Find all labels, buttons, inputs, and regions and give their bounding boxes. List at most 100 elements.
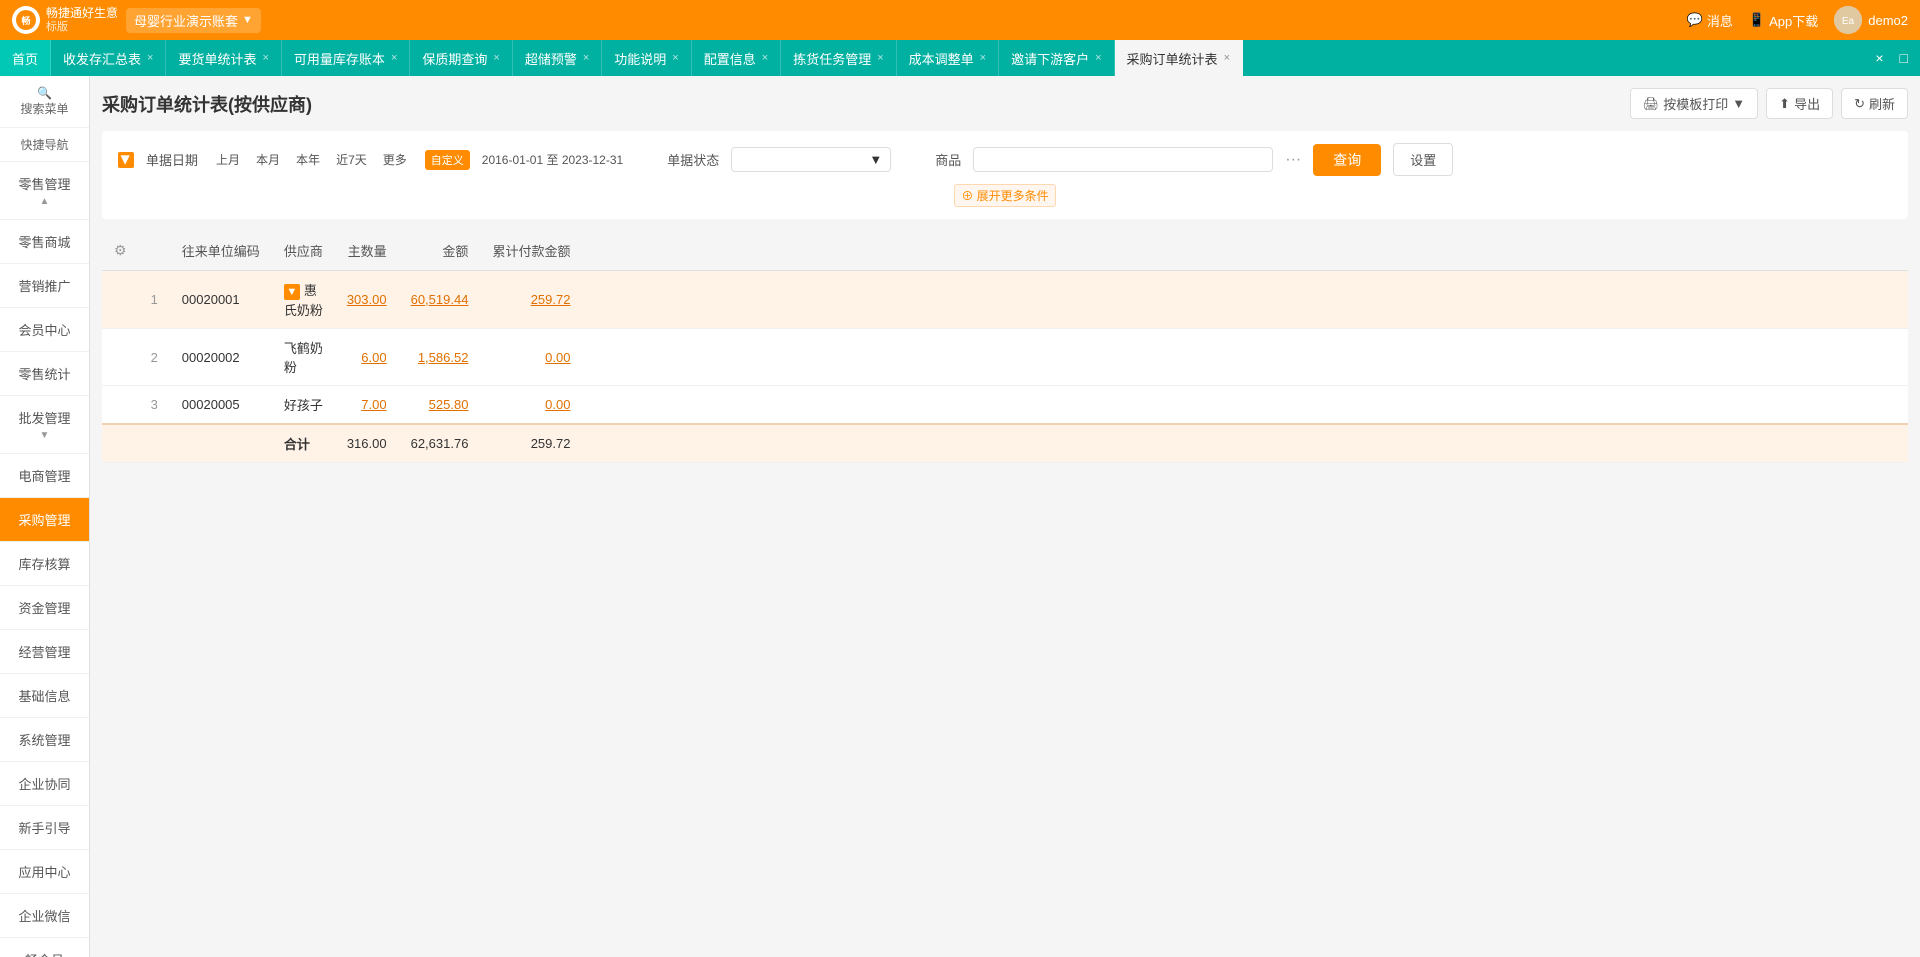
export-icon: ⬆ <box>1779 96 1790 112</box>
search-menu-button[interactable]: 🔍 搜索菜单 <box>8 86 81 117</box>
cell-qty: 6.00 <box>335 329 399 386</box>
th-settings[interactable]: ⚙ <box>102 231 139 271</box>
table-container: ⚙ 往来单位编码 供应商 主数量 金额 累计付款金额 1 00020001 ▼ <box>102 231 1908 463</box>
close-tab-3[interactable]: × <box>391 52 397 64</box>
sidebar-item-app-center[interactable]: 应用中心 <box>0 850 89 894</box>
tab-peizhixinxi[interactable]: 配置信息 × <box>692 40 781 76</box>
th-code: 往来单位编码 <box>170 231 272 271</box>
filter-panel: ▶ 单据日期 上月 本月 本年 近7天 更多 自定义 2016-01-01 至 … <box>102 131 1908 219</box>
close-tab-9[interactable]: × <box>980 52 986 64</box>
cell-settings <box>102 386 139 425</box>
sidebar-item-weixin[interactable]: 企业微信 <box>0 894 89 938</box>
cell-settings <box>102 271 139 329</box>
table-footer-row: 合计 316.00 62,631.76 259.72 <box>102 424 1908 463</box>
tab-keyongliang[interactable]: 可用量库存账本 × <box>282 40 410 76</box>
cell-qty: 7.00 <box>335 386 399 425</box>
status-select[interactable]: ▼ <box>731 147 891 172</box>
cell-extra <box>582 271 1908 329</box>
close-tab-2[interactable]: × <box>262 52 268 64</box>
sidebar-item-purchase[interactable]: 采购管理 <box>0 498 89 542</box>
cell-amount: 525.80 <box>399 386 481 425</box>
sidebar-item-enterprise[interactable]: 企业协同 <box>0 762 89 806</box>
chevron-down-icon-expand: ⊕ <box>961 189 973 203</box>
th-rownum <box>139 231 170 271</box>
tab-shoufacun[interactable]: 收发存汇总表 × <box>51 40 166 76</box>
date-this-year[interactable]: 本年 <box>290 149 326 170</box>
cell-paid: 259.72 <box>480 271 582 329</box>
date-more[interactable]: 更多 <box>377 149 413 170</box>
date-7days[interactable]: 近7天 <box>330 149 373 170</box>
sidebar-item-retail-shop[interactable]: 零售商城 <box>0 220 89 264</box>
tab-gongneng[interactable]: 功能说明 × <box>602 40 691 76</box>
close-tab-7[interactable]: × <box>762 52 768 64</box>
gear-icon[interactable]: ⚙ <box>114 242 127 258</box>
chevron-down-icon-print: ▼ <box>1732 96 1745 111</box>
date-this-month[interactable]: 本月 <box>250 149 286 170</box>
close-tab-8[interactable]: × <box>877 52 883 64</box>
status-label: 单据状态 <box>667 150 719 169</box>
close-tab-10[interactable]: × <box>1095 52 1101 64</box>
sidebar-item-system[interactable]: 系统管理 <box>0 718 89 762</box>
user-info[interactable]: Ea demo2 <box>1834 6 1908 34</box>
settings-button[interactable]: 设置 <box>1393 143 1453 176</box>
cell-supplier: ▼惠氏奶粉 <box>272 271 335 329</box>
footer-label <box>170 424 272 463</box>
tab-chengben[interactable]: 成本调整单 × <box>897 40 999 76</box>
cell-amount: 60,519.44 <box>399 271 481 329</box>
sidebar-item-marketing[interactable]: 营销推广 <box>0 264 89 308</box>
sidebar-item-retail-mgmt[interactable]: 零售管理 ▲ <box>0 162 89 220</box>
data-table: ⚙ 往来单位编码 供应商 主数量 金额 累计付款金额 1 00020001 ▼ <box>102 231 1908 463</box>
tab-baozhi[interactable]: 保质期查询 × <box>410 40 512 76</box>
sidebar-item-wholesale[interactable]: 批发管理 ▼ <box>0 396 89 454</box>
goods-more-btn[interactable]: ··· <box>1285 151 1301 169</box>
sidebar-item-newbie[interactable]: 新手引导 <box>0 806 89 850</box>
date-quick-buttons: 上月 本月 本年 近7天 更多 <box>210 149 413 170</box>
refresh-button[interactable]: ↻ 刷新 <box>1841 88 1908 119</box>
chevron-down-icon-status: ▼ <box>869 152 882 167</box>
expand-more-button[interactable]: ⊕ 展开更多条件 <box>954 184 1055 207</box>
export-button[interactable]: ⬆ 导出 <box>1766 88 1833 119</box>
close-tab-4[interactable]: × <box>493 52 499 64</box>
expand-icon: ▲ <box>40 196 50 207</box>
footer-amount: 62,631.76 <box>399 424 481 463</box>
close-tab-5[interactable]: × <box>583 52 589 64</box>
cell-settings <box>102 329 139 386</box>
sidebar-item-ecommerce[interactable]: 电商管理 <box>0 454 89 498</box>
cell-rownum: 3 <box>139 386 170 425</box>
expand-row-btn[interactable]: ▼ <box>284 284 300 300</box>
query-button[interactable]: 查询 <box>1313 144 1381 176</box>
expand-more-row: ⊕ 展开更多条件 <box>118 184 1892 207</box>
goods-input[interactable] <box>973 147 1273 172</box>
nav-close-btn[interactable]: × <box>1871 50 1887 66</box>
tab-chaochu[interactable]: 超储预警 × <box>513 40 602 76</box>
tab-caigou-active[interactable]: 采购订单统计表 × <box>1115 40 1243 76</box>
th-qty: 主数量 <box>335 231 399 271</box>
tab-jianhuo[interactable]: 拣货任务管理 × <box>781 40 896 76</box>
cell-paid: 0.00 <box>480 329 582 386</box>
sidebar-item-member2[interactable]: 畅会员 <box>0 938 89 957</box>
close-tab-11[interactable]: × <box>1224 52 1230 64</box>
messages-button[interactable]: 💬 消息 <box>1687 11 1733 30</box>
collapse-toggle[interactable]: ▶ <box>118 152 134 168</box>
cell-qty: 303.00 <box>335 271 399 329</box>
quick-nav-button[interactable]: 快捷导航 <box>0 128 89 162</box>
tab-yaoqing[interactable]: 邀请下游客户 × <box>999 40 1114 76</box>
print-button[interactable]: 🖨 按模板打印 ▼ <box>1630 88 1758 119</box>
sidebar-item-operations[interactable]: 经营管理 <box>0 630 89 674</box>
app-download-button[interactable]: 📱 App下载 <box>1749 11 1818 30</box>
sidebar-item-inventory[interactable]: 库存核算 <box>0 542 89 586</box>
custom-date-badge[interactable]: 自定义 <box>425 150 470 170</box>
sidebar-search-area[interactable]: 🔍 搜索菜单 <box>0 76 89 128</box>
page-title: 采购订单统计表(按供应商) <box>102 91 312 117</box>
close-tab-1[interactable]: × <box>147 52 153 64</box>
tab-home[interactable]: 首页 <box>0 40 51 76</box>
store-selector[interactable]: 母婴行业演示账套 ▼ <box>126 8 261 33</box>
sidebar-item-member[interactable]: 会员中心 <box>0 308 89 352</box>
tab-yaohuo[interactable]: 要货单统计表 × <box>166 40 281 76</box>
close-tab-6[interactable]: × <box>672 52 678 64</box>
sidebar-item-retail-stats[interactable]: 零售统计 <box>0 352 89 396</box>
nav-maximize-btn[interactable]: □ <box>1896 50 1912 66</box>
sidebar-item-basic-info[interactable]: 基础信息 <box>0 674 89 718</box>
date-last-month[interactable]: 上月 <box>210 149 246 170</box>
sidebar-item-finance[interactable]: 资金管理 <box>0 586 89 630</box>
